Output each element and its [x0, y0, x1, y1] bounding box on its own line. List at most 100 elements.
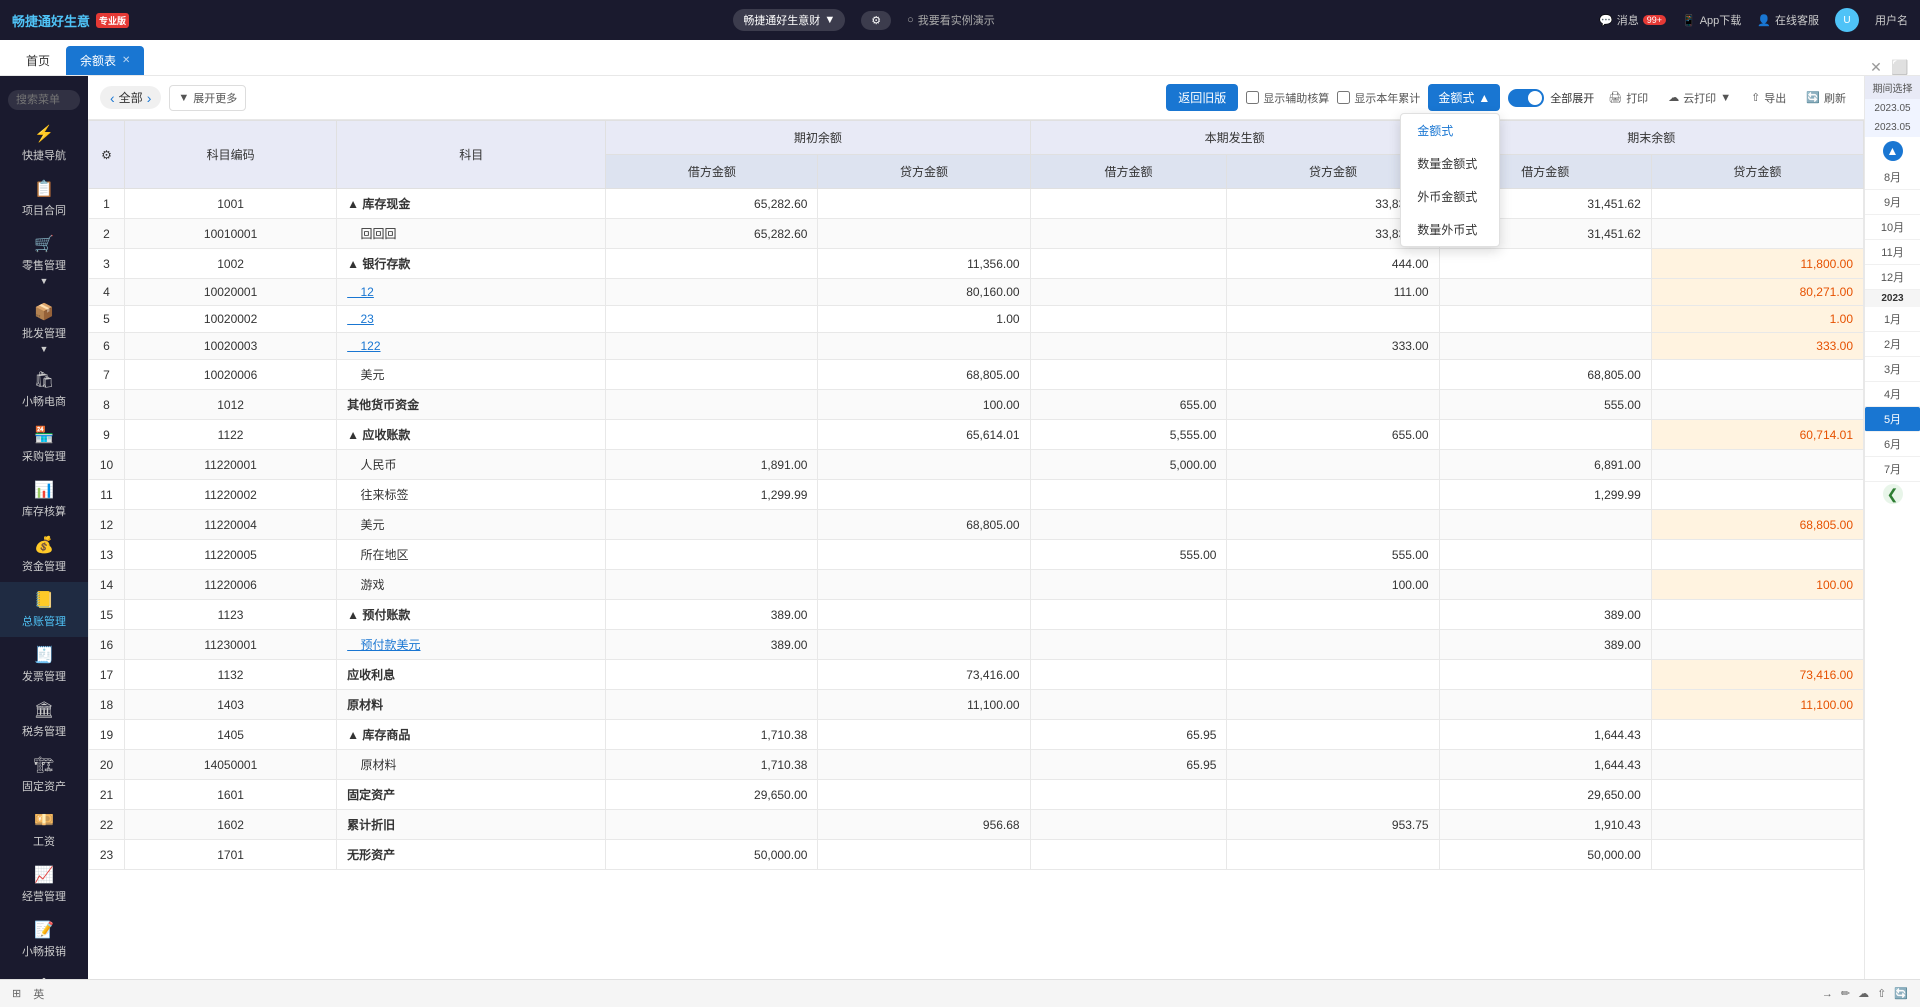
- ob_debit-cell: [606, 279, 818, 306]
- cloud-print-btn[interactable]: ☁ 云打印 ▼: [1662, 86, 1737, 110]
- cloud-print-icon: ☁: [1668, 91, 1679, 104]
- sidebar-item-funds[interactable]: 💰 资金管理: [0, 527, 88, 582]
- period-item-10[interactable]: 10月: [1865, 215, 1920, 240]
- subject-cell[interactable]: 其他货币资金: [337, 390, 606, 420]
- sidebar-item-wholesale[interactable]: 📦 批发管理 ▼: [0, 294, 88, 362]
- subject-cell[interactable]: 人民币: [337, 450, 606, 480]
- subject-cell[interactable]: ▲ 库存商品: [337, 720, 606, 750]
- subject-code-cell: 10020006: [125, 360, 337, 390]
- period-item-8[interactable]: 8月: [1865, 165, 1920, 190]
- toggle-switch[interactable]: [1508, 89, 1544, 107]
- refresh-btn[interactable]: 🔄 刷新: [1800, 86, 1852, 110]
- tab-home[interactable]: 首页: [12, 46, 64, 75]
- period-up-btn[interactable]: ▲: [1883, 141, 1903, 161]
- sidebar-item-basic-info[interactable]: ℹ 基础信息: [0, 967, 88, 979]
- service-btn[interactable]: 👤 在线客服: [1757, 12, 1819, 28]
- period-item-3[interactable]: 3月: [1865, 357, 1920, 382]
- subject-cell[interactable]: ▲ 库存现金: [337, 189, 606, 219]
- period-item-6[interactable]: 6月: [1865, 432, 1920, 457]
- sidebar-item-fixed-assets[interactable]: 🏗 固定资产: [0, 747, 88, 802]
- period-item-12[interactable]: 12月: [1865, 265, 1920, 290]
- close-icon[interactable]: ✕: [122, 55, 130, 66]
- format-option-foreign-amount[interactable]: 外币金额式: [1401, 180, 1499, 213]
- subject-cell[interactable]: 应收利息: [337, 660, 606, 690]
- export-btn[interactable]: ⇧ 导出: [1745, 86, 1792, 110]
- format-option-qty-amount[interactable]: 数量金额式: [1401, 147, 1499, 180]
- period-item-7[interactable]: 7月: [1865, 457, 1920, 482]
- format-option-amount[interactable]: 金额式: [1401, 114, 1499, 147]
- period-item-2[interactable]: 2月: [1865, 332, 1920, 357]
- period-item-1[interactable]: 1月: [1865, 307, 1920, 332]
- expand-more-btn[interactable]: ▼ 展开更多: [169, 85, 246, 111]
- print-btn[interactable]: 🖨 打印: [1602, 86, 1654, 110]
- subject-cell[interactable]: 往来标签: [337, 480, 606, 510]
- period-collapse-btn[interactable]: ❮: [1883, 484, 1903, 504]
- search-input[interactable]: [8, 90, 80, 110]
- breadcrumb-back-icon[interactable]: ‹: [110, 90, 115, 106]
- bottom-bar-right: → ✏ ☁ ⇧ 🔄: [1822, 987, 1908, 1000]
- subject-cell[interactable]: 12: [337, 279, 606, 306]
- format-option-qty-foreign[interactable]: 数量外币式: [1401, 213, 1499, 246]
- period-item-5[interactable]: 5月: [1865, 407, 1920, 432]
- subject-code-cell: 1123: [125, 600, 337, 630]
- avatar[interactable]: U: [1835, 8, 1859, 32]
- sidebar-item-tax[interactable]: 🏛 税务管理: [0, 692, 88, 747]
- sidebar-item-project[interactable]: 📋 项目合同: [0, 171, 88, 226]
- show-auxiliary-checkbox[interactable]: 显示辅助核算: [1246, 90, 1329, 106]
- sidebar-item-salary[interactable]: 💴 工资: [0, 802, 88, 857]
- subject-cell[interactable]: 美元: [337, 510, 606, 540]
- period-item-11[interactable]: 11月: [1865, 240, 1920, 265]
- sidebar-item-purchase[interactable]: 🏪 采购管理: [0, 417, 88, 472]
- subject-cell[interactable]: 原材料: [337, 750, 606, 780]
- subject-cell[interactable]: 累计折旧: [337, 810, 606, 840]
- subject-cell[interactable]: 固定资产: [337, 780, 606, 810]
- subject-cell[interactable]: 美元: [337, 360, 606, 390]
- bottom-icon-5[interactable]: 🔄: [1894, 987, 1908, 1000]
- subject-cell[interactable]: 回回回: [337, 219, 606, 249]
- subject-cell[interactable]: 游戏: [337, 570, 606, 600]
- sidebar-item-ecommerce[interactable]: 🛍 小畅电商: [0, 362, 88, 417]
- period-item-9[interactable]: 9月: [1865, 190, 1920, 215]
- sidebar-item-retail[interactable]: 🛒 零售管理 ▼: [0, 226, 88, 294]
- bottom-icon-1[interactable]: →: [1822, 988, 1833, 1000]
- expand-all-toggle[interactable]: 全部展开: [1508, 89, 1594, 107]
- sidebar-item-ledger[interactable]: 📒 总账管理: [0, 582, 88, 637]
- download-btn[interactable]: 📱 App下载: [1682, 12, 1741, 28]
- maximize-btn[interactable]: ⬜: [1892, 59, 1908, 75]
- breadcrumb-forward-icon[interactable]: ›: [147, 90, 152, 106]
- subject-cell[interactable]: ▲ 预付账款: [337, 600, 606, 630]
- subject-cell[interactable]: 预付款美元: [337, 630, 606, 660]
- period-item-4[interactable]: 4月: [1865, 382, 1920, 407]
- sidebar-item-invoice[interactable]: 🧾 发票管理: [0, 637, 88, 692]
- sidebar-item-operations[interactable]: 📈 经营管理: [0, 857, 88, 912]
- subject-cell[interactable]: ▲ 应收账款: [337, 420, 606, 450]
- subject-cell[interactable]: 122: [337, 333, 606, 360]
- bottom-icon-2[interactable]: ✏: [1841, 987, 1850, 1000]
- subject-cell[interactable]: 原材料: [337, 690, 606, 720]
- bottom-icon-3[interactable]: ☁: [1858, 987, 1869, 1000]
- username[interactable]: 用户名: [1875, 12, 1908, 28]
- ob-credit-header: 贷方金额: [818, 155, 1030, 189]
- format-dropdown-btn[interactable]: 金额式 ▲: [1428, 84, 1500, 111]
- message-btn[interactable]: 💬 消息 99+: [1599, 12, 1666, 28]
- subject-cell[interactable]: ▲ 银行存款: [337, 249, 606, 279]
- bottom-icon-4[interactable]: ⇧: [1877, 987, 1886, 1000]
- show-annual-checkbox[interactable]: 显示本年累计: [1337, 90, 1420, 106]
- settings-btn[interactable]: ⚙: [861, 11, 891, 30]
- table-row: 151123▲ 预付账款389.00389.00: [89, 600, 1864, 630]
- sidebar-item-expense[interactable]: 📝 小畅报销: [0, 912, 88, 967]
- lang-indicator[interactable]: 英: [33, 986, 44, 1002]
- cp_credit-cell: [1227, 480, 1439, 510]
- minimize-btn[interactable]: ✕: [1868, 59, 1884, 75]
- sidebar-item-inventory[interactable]: 📊 库存核算: [0, 472, 88, 527]
- subject-cell[interactable]: 无形资产: [337, 840, 606, 870]
- sidebar-item-quick-nav[interactable]: ⚡ 快捷导航: [0, 116, 88, 171]
- window-title[interactable]: 畅捷通好生意财 ▼: [733, 9, 845, 31]
- subject-cell[interactable]: 所在地区: [337, 540, 606, 570]
- settings-header[interactable]: ⚙: [89, 121, 125, 189]
- demo-link[interactable]: ○ 我要看实例演示: [907, 12, 995, 28]
- tab-balance-sheet[interactable]: 余额表 ✕: [66, 46, 144, 75]
- refresh-icon: 🔄: [1806, 91, 1820, 104]
- subject-cell[interactable]: 23: [337, 306, 606, 333]
- back-old-version-btn[interactable]: 返回旧版: [1166, 84, 1238, 111]
